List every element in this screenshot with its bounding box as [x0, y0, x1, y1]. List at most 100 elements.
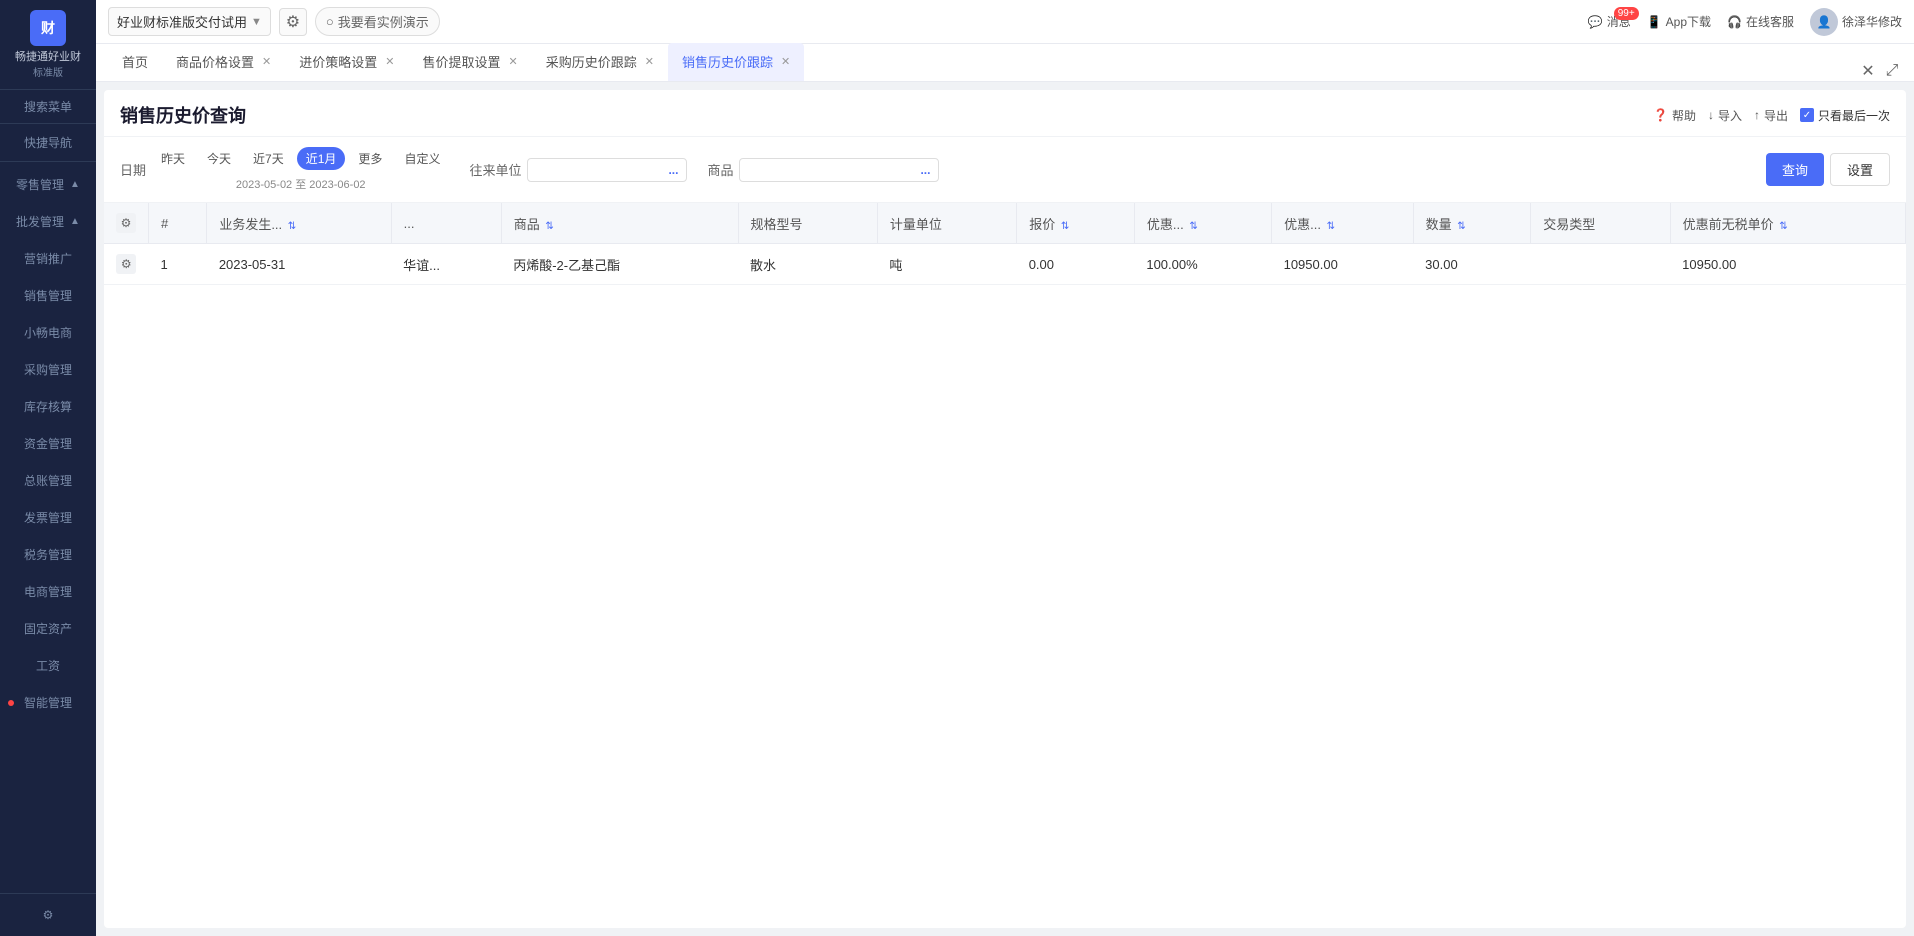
th-discount2[interactable]: 优惠... ⇅ — [1272, 203, 1414, 244]
column-settings-icon[interactable]: ⚙ — [116, 213, 136, 233]
sidebar-item-payroll[interactable]: 工资 — [0, 647, 96, 684]
sidebar: 财 畅捷通好业财 标准版 搜索菜单 快捷导航 零售管理 ▲ 批发管理 ▲ 营销推… — [0, 0, 96, 936]
export-button[interactable]: ↑ 导出 — [1754, 107, 1788, 124]
row-spec: 散水 — [738, 244, 877, 285]
tab-close-icon[interactable]: ✕ — [781, 55, 790, 68]
tab-sale-history[interactable]: 销售历史价跟踪 ✕ — [668, 43, 804, 81]
date-pill-last7[interactable]: 近7天 — [244, 147, 293, 170]
tab-sale-price[interactable]: 售价提取设置 ✕ — [408, 43, 531, 81]
message-badge: 99+ — [1614, 7, 1639, 20]
date-filter-label: 日期 — [120, 160, 146, 179]
tab-home[interactable]: 首页 — [108, 43, 162, 81]
th-discount1[interactable]: 优惠... ⇅ — [1134, 203, 1271, 244]
only-last-label: 只看最后一次 — [1818, 107, 1890, 124]
sidebar-nav: 快捷导航 — [0, 124, 96, 162]
message-button[interactable]: 💬 消息 99+ — [1588, 13, 1631, 30]
chevron-down-icon: ▼ — [251, 16, 262, 28]
close-window-button[interactable]: ✕ — [1858, 61, 1878, 81]
sidebar-item-wholesale[interactable]: 批发管理 ▲ — [0, 203, 96, 240]
th-gear: ⚙ — [104, 203, 149, 244]
demo-button[interactable]: ○ 我要看实例演示 — [315, 7, 440, 36]
sidebar-item-tax[interactable]: 税务管理 — [0, 536, 96, 573]
th-product-label: 商品 — [514, 217, 540, 232]
date-pill-custom[interactable]: 自定义 — [395, 147, 449, 170]
sidebar-item-label: 工资 — [36, 657, 60, 674]
th-date[interactable]: 业务发生... ⇅ — [207, 203, 391, 244]
from-unit-dots[interactable]: ... — [668, 163, 678, 177]
th-pretax-price-label: 优惠前无税单价 — [1683, 217, 1774, 232]
settings-gear-button[interactable]: ⚙ — [279, 8, 307, 36]
sidebar-quick-nav[interactable]: 快捷导航 — [0, 128, 96, 157]
data-table: ⚙ # 业务发生... ⇅ ... 商品 ⇅ 规格型号 计量单 — [104, 203, 1906, 285]
setting-button[interactable]: 设置 — [1830, 153, 1890, 186]
sidebar-item-purchase[interactable]: 采购管理 — [0, 351, 96, 388]
tab-purchase-history[interactable]: 采购历史价跟踪 ✕ — [532, 43, 668, 81]
sidebar-item-ledger[interactable]: 总账管理 — [0, 462, 96, 499]
sidebar-item-marketing[interactable]: 营销推广 — [0, 240, 96, 277]
date-pill-last1m[interactable]: 近1月 — [297, 147, 346, 170]
sidebar-search[interactable]: 搜索菜单 — [0, 90, 96, 124]
user-menu[interactable]: 👤 徐泽华修改 — [1810, 8, 1902, 36]
date-pill-more[interactable]: 更多 — [349, 147, 391, 170]
sidebar-item-assets[interactable]: 固定资产 — [0, 610, 96, 647]
th-no: # — [149, 203, 207, 244]
product-dots[interactable]: ... — [920, 163, 930, 177]
query-button[interactable]: 查询 — [1766, 153, 1824, 186]
logo-icon: 财 — [30, 10, 66, 46]
sidebar-settings-button[interactable]: ⚙ — [4, 902, 92, 928]
customer-service-button[interactable]: 🎧 在线客服 — [1727, 13, 1794, 30]
only-last-checkbox[interactable]: ✓ 只看最后一次 — [1800, 107, 1890, 124]
th-qty[interactable]: 数量 ⇅ — [1413, 203, 1531, 244]
sidebar-item-label: 采购管理 — [24, 361, 72, 378]
row-product: 丙烯酸-2-乙基己酯 — [501, 244, 738, 285]
help-icon: ❓ — [1653, 108, 1668, 122]
tab-label: 采购历史价跟踪 — [546, 52, 637, 71]
version-selector[interactable]: 好业财标准版交付试用 ▼ — [108, 7, 271, 36]
sidebar-item-inventory[interactable]: 库存核算 — [0, 388, 96, 425]
th-price-label: 报价 — [1029, 217, 1055, 232]
th-spec: 规格型号 — [738, 203, 877, 244]
avatar: 👤 — [1810, 8, 1838, 36]
tab-price[interactable]: 商品价格设置 ✕ — [162, 43, 285, 81]
tab-purchase-strategy[interactable]: 进价策略设置 ✕ — [285, 43, 408, 81]
tab-close-icon[interactable]: ✕ — [509, 55, 518, 68]
page-title: 销售历史价查询 — [120, 102, 246, 128]
row-no: 1 — [149, 244, 207, 285]
sidebar-item-ecommerce[interactable]: 电商管理 — [0, 573, 96, 610]
sidebar-item-label: 税务管理 — [24, 546, 72, 563]
sort-icon: ⇅ — [1457, 221, 1465, 232]
sidebar-item-sales[interactable]: 销售管理 — [0, 277, 96, 314]
message-icon: 💬 — [1588, 15, 1603, 29]
sidebar-item-retail[interactable]: 零售管理 ▲ — [0, 166, 96, 203]
date-pill-today[interactable]: 今天 — [198, 147, 240, 170]
version-selector-text: 好业财标准版交付试用 — [117, 12, 247, 31]
sidebar-item-label: 总账管理 — [24, 472, 72, 489]
sidebar-item-label: 小畅电商 — [24, 324, 72, 341]
app-download-button[interactable]: 📱 App下载 — [1647, 13, 1711, 30]
th-price[interactable]: 报价 ⇅ — [1017, 203, 1135, 244]
row-date: 2023-05-31 — [207, 244, 391, 285]
date-range-display: 2023-05-02 至 2023-06-02 — [236, 176, 366, 192]
from-unit-label: 往来单位 — [469, 160, 521, 179]
from-unit-input[interactable]: ... — [527, 158, 687, 182]
product-input[interactable]: ... — [739, 158, 939, 182]
sidebar-item-invoice[interactable]: 发票管理 — [0, 499, 96, 536]
tab-close-icon[interactable]: ✕ — [262, 55, 271, 68]
sidebar-item-ecommerce-small[interactable]: 小畅电商 — [0, 314, 96, 351]
sidebar-item-smart[interactable]: 智能管理 — [0, 684, 96, 721]
main-area: 好业财标准版交付试用 ▼ ⚙ ○ 我要看实例演示 💬 消息 99+ 📱 App下… — [96, 0, 1914, 936]
headset-icon: 🎧 — [1727, 15, 1742, 29]
user-name: 徐泽华修改 — [1842, 13, 1902, 30]
sidebar-item-label: 发票管理 — [24, 509, 72, 526]
sidebar-item-finance[interactable]: 资金管理 — [0, 425, 96, 462]
th-pretax-price[interactable]: 优惠前无税单价 ⇅ — [1670, 203, 1905, 244]
row-gear-icon[interactable]: ⚙ — [116, 254, 136, 274]
date-pill-yesterday[interactable]: 昨天 — [152, 147, 194, 170]
tab-close-icon[interactable]: ✕ — [645, 55, 654, 68]
row-pretax-price: 10950.00 — [1670, 244, 1905, 285]
maximize-window-button[interactable]: ⤢ — [1882, 61, 1902, 81]
th-product[interactable]: 商品 ⇅ — [501, 203, 738, 244]
help-button[interactable]: ❓ 帮助 — [1653, 107, 1696, 124]
import-button[interactable]: ↓ 导入 — [1708, 107, 1742, 124]
tab-close-icon[interactable]: ✕ — [385, 55, 394, 68]
